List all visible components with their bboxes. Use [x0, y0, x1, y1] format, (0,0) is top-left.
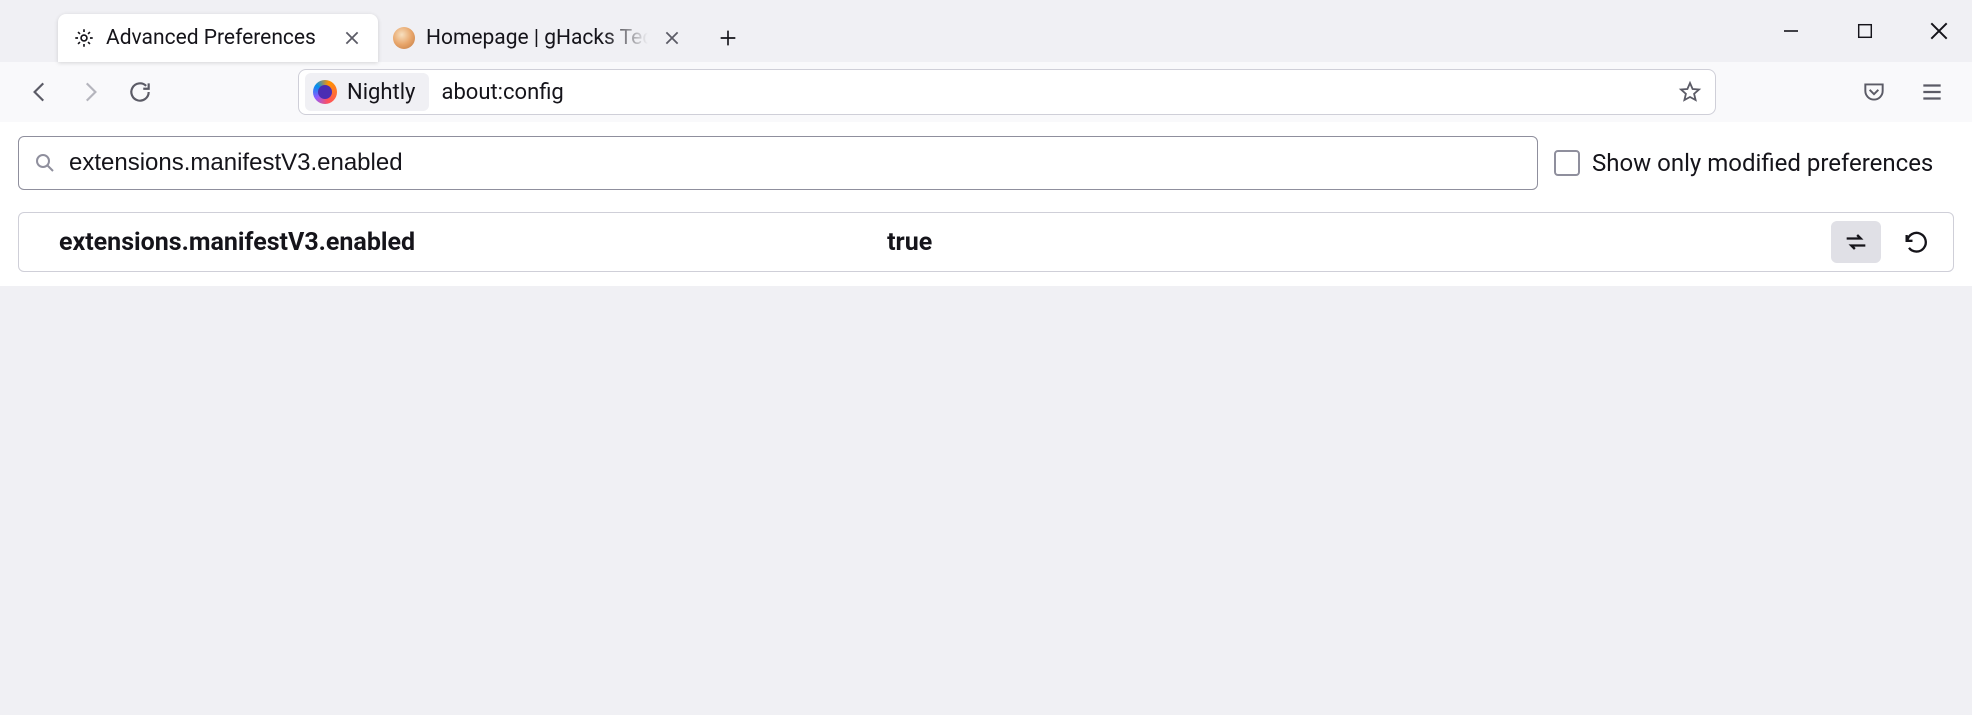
- identity-box[interactable]: Nightly: [305, 73, 429, 111]
- back-button[interactable]: [18, 70, 62, 114]
- identity-label: Nightly: [347, 80, 415, 105]
- close-icon[interactable]: [658, 24, 686, 52]
- pref-name: extensions.manifestV3.enabled: [59, 228, 887, 257]
- tab-advanced-preferences[interactable]: Advanced Preferences: [58, 14, 378, 62]
- toolbar: Nightly about:config: [0, 62, 1972, 122]
- reset-button[interactable]: [1891, 221, 1941, 263]
- minimize-button[interactable]: [1768, 8, 1814, 54]
- tab-title: Homepage | gHacks Technology: [426, 26, 648, 50]
- tab-ghacks[interactable]: Homepage | gHacks Technology: [378, 14, 698, 62]
- url-bar[interactable]: Nightly about:config: [298, 69, 1716, 115]
- pref-value: true: [887, 228, 1831, 257]
- bookmark-star-icon[interactable]: [1673, 75, 1707, 109]
- show-only-modified-toggle[interactable]: Show only modified preferences: [1554, 149, 1933, 177]
- checkbox-icon: [1554, 150, 1580, 176]
- show-only-modified-label: Show only modified preferences: [1592, 149, 1933, 177]
- app-menu-button[interactable]: [1910, 70, 1954, 114]
- about-config-content: Show only modified preferences extension…: [0, 122, 1972, 286]
- reload-button[interactable]: [118, 70, 162, 114]
- tab-title: Advanced Preferences: [106, 26, 328, 50]
- pref-results: extensions.manifestV3.enabled true: [18, 212, 1954, 272]
- pref-search-input[interactable]: [69, 149, 1523, 177]
- close-icon[interactable]: [338, 24, 366, 52]
- pref-search-box[interactable]: [18, 136, 1538, 190]
- forward-button[interactable]: [68, 70, 112, 114]
- url-text: about:config: [441, 80, 1669, 105]
- search-icon: [33, 151, 57, 175]
- gear-icon: [72, 26, 96, 50]
- maximize-button[interactable]: [1842, 8, 1888, 54]
- new-tab-button[interactable]: [708, 18, 748, 58]
- toggle-button[interactable]: [1831, 221, 1881, 263]
- pocket-icon[interactable]: [1852, 70, 1896, 114]
- tab-strip: Advanced Preferences Homepage | gHacks T…: [0, 0, 1972, 62]
- close-window-button[interactable]: [1916, 8, 1962, 54]
- ghacks-icon: [392, 26, 416, 50]
- firefox-icon: [313, 80, 337, 104]
- pref-row: extensions.manifestV3.enabled true: [18, 212, 1954, 272]
- window-controls: [1768, 0, 1962, 62]
